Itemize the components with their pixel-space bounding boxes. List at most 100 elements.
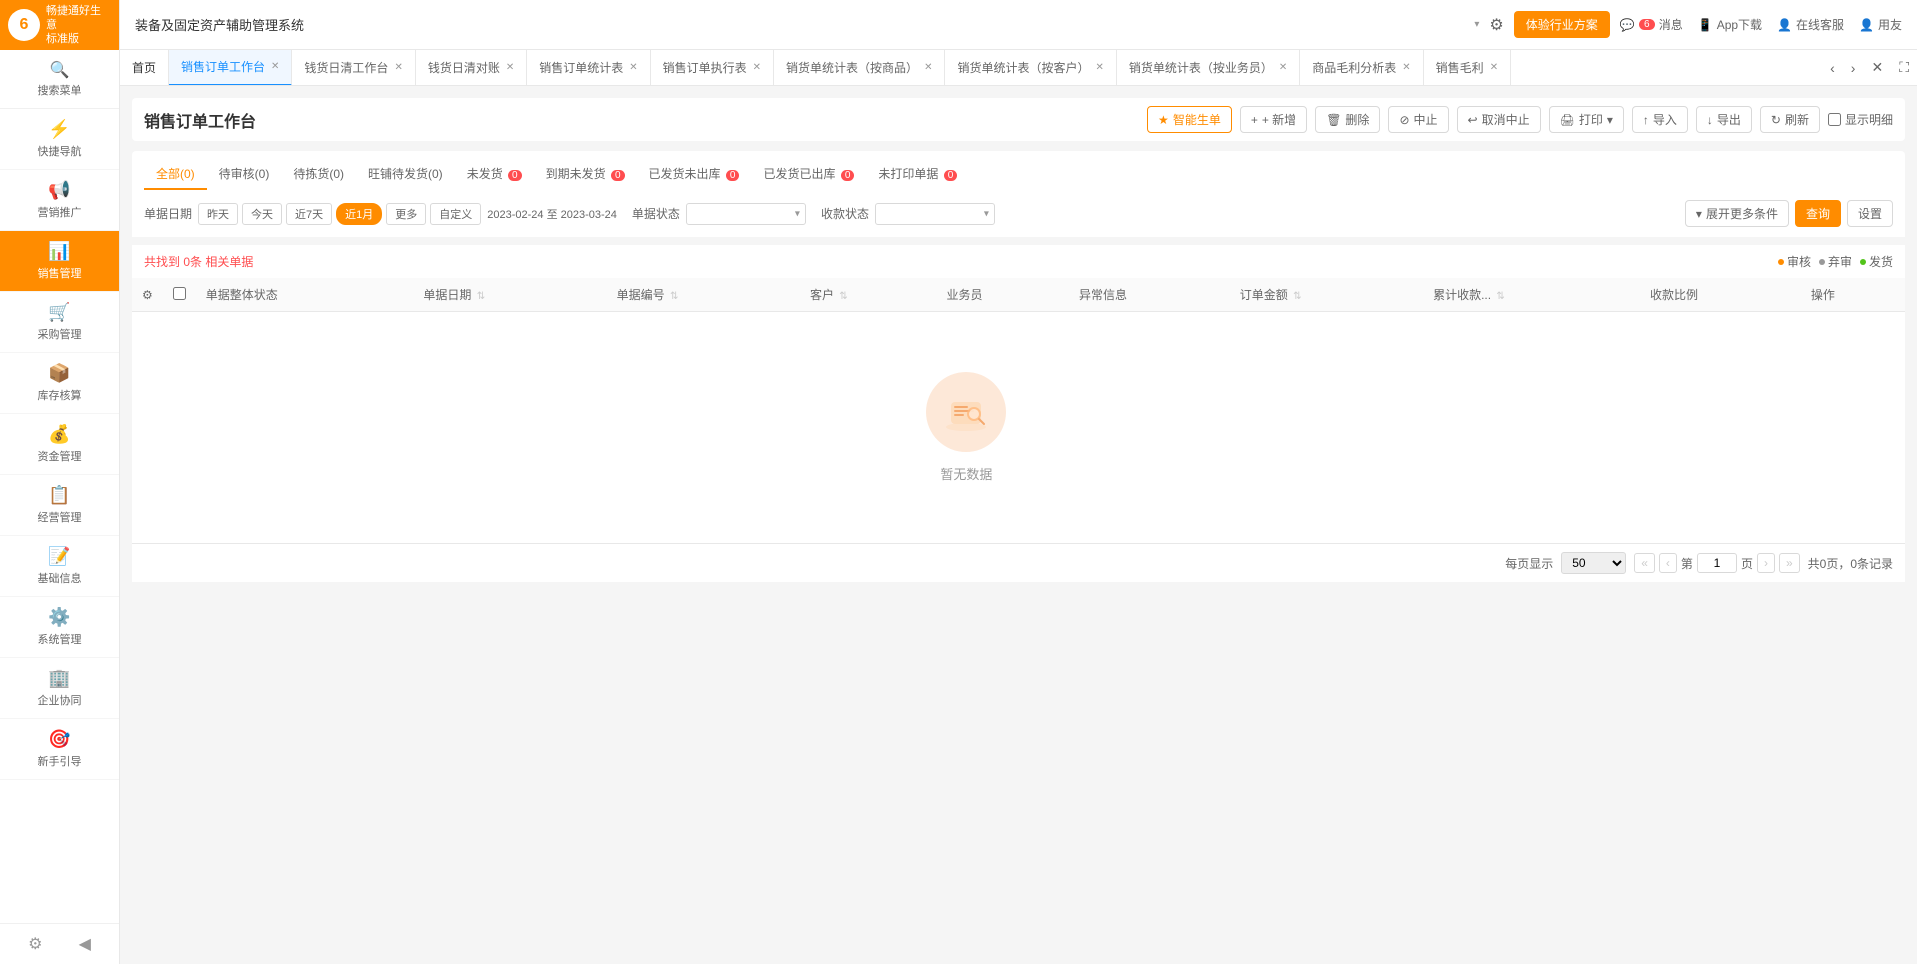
smart-generate-button[interactable]: ★ 智能生单 [1147, 106, 1232, 133]
tab-summary-customer-close[interactable]: ✕ [1095, 62, 1103, 73]
tab-summary-product[interactable]: 销货单统计表（按商品） ✕ [774, 50, 945, 86]
tab-margin[interactable]: 商品毛利分析表 ✕ [1300, 50, 1423, 86]
col-checkbox[interactable] [163, 278, 196, 312]
tab-sales-exec[interactable]: 销售订单执行表 ✕ [651, 50, 774, 86]
stop-button[interactable]: ⊘ 中止 [1388, 106, 1448, 133]
message-icon: 💬 [1620, 18, 1635, 32]
tab-cash-daily-close[interactable]: ✕ [394, 62, 402, 73]
date-btn-custom[interactable]: 自定义 [430, 203, 481, 225]
page-header: 销售订单工作台 ★ 智能生单 + + 新增 🗑 删除 ⊘ 中止 [132, 98, 1905, 141]
tab-summary-staff-close[interactable]: ✕ [1279, 62, 1287, 73]
page-input[interactable] [1697, 553, 1737, 573]
tab-summary-customer[interactable]: 销货单统计表（按客户） ✕ [945, 50, 1116, 86]
online-service-button[interactable]: 👤 在线客服 [1777, 16, 1844, 33]
date-btn-today[interactable]: 今天 [242, 203, 282, 225]
basic-icon: 📝 [48, 546, 70, 567]
col-settings[interactable]: ⚙ [132, 278, 163, 312]
tab-close-all[interactable]: ✕ [1863, 55, 1891, 80]
col-number[interactable]: 单据编号 ⇅ [607, 278, 800, 312]
settings-icon[interactable]: ⚙ [1489, 15, 1503, 35]
cancel-review-action[interactable]: 弃审 [1819, 253, 1852, 270]
review-dot [1778, 259, 1784, 265]
tab-sales-profit-close[interactable]: ✕ [1490, 62, 1498, 73]
col-date[interactable]: 单据日期 ⇅ [413, 278, 606, 312]
date-btn-more[interactable]: 更多 [386, 203, 426, 225]
status-select[interactable] [686, 203, 806, 225]
sidebar-item-basic[interactable]: 📝 基础信息 [0, 536, 119, 597]
ship-action[interactable]: 发货 [1860, 253, 1893, 270]
filter-tab-overdue[interactable]: 到期未发货 0 [534, 159, 637, 190]
expand-btn[interactable]: ▾ 展开更多条件 [1685, 200, 1789, 227]
tab-sales-stats[interactable]: 销售订单统计表 ✕ [527, 50, 650, 86]
next-page-btn[interactable]: › [1757, 553, 1775, 573]
filter-tab-shipped-not-out[interactable]: 已发货未出库 0 [637, 159, 752, 190]
col-customer[interactable]: 客户 ⇅ [800, 278, 937, 312]
show-detail-input[interactable] [1828, 113, 1841, 126]
col-collected[interactable]: 累计收款... ⇅ [1423, 278, 1640, 312]
table-scroll-area[interactable]: ⚙ 单据整体状态 单据日期 ⇅ 单据编号 ⇅ [132, 278, 1905, 543]
tab-margin-close[interactable]: ✕ [1402, 62, 1410, 73]
delete-button[interactable]: 🗑 删除 [1315, 106, 1380, 133]
tab-summary-product-close[interactable]: ✕ [924, 62, 932, 73]
system-dropdown-icon[interactable]: ▾ [1474, 19, 1479, 30]
sidebar-item-inventory[interactable]: 📦 库存核算 [0, 353, 119, 414]
filter-tab-pending-review[interactable]: 待审核(0) [207, 159, 282, 190]
first-page-btn[interactable]: « [1634, 553, 1655, 573]
date-btn-7days[interactable]: 近7天 [286, 203, 332, 225]
payment-select[interactable] [875, 203, 995, 225]
export-button[interactable]: ↓ 导出 [1696, 106, 1752, 133]
tab-home[interactable]: 首页 [120, 50, 169, 86]
filter-tab-pending-inspect[interactable]: 待拣货(0) [281, 159, 356, 190]
filter-tab-not-printed[interactable]: 未打印单据 0 [866, 159, 969, 190]
show-detail-checkbox[interactable]: 显示明细 [1828, 111, 1893, 128]
query-button[interactable]: 查询 [1795, 200, 1841, 227]
sidebar-item-search[interactable]: 🔍 搜索菜单 [0, 50, 119, 109]
sidebar-item-sales[interactable]: 📊 销售管理 [0, 231, 119, 292]
sidebar-item-operations[interactable]: 📋 经营管理 [0, 475, 119, 536]
sidebar-item-system[interactable]: ⚙️ 系统管理 [0, 597, 119, 658]
sidebar-item-finance[interactable]: 💰 资金管理 [0, 414, 119, 475]
filter-tab-all[interactable]: 全部(0) [144, 159, 207, 190]
sidebar-item-purchase[interactable]: 🛒 采购管理 [0, 292, 119, 353]
last-page-btn[interactable]: » [1779, 553, 1800, 573]
tab-sales-order[interactable]: 销售订单工作台 ✕ [169, 50, 292, 86]
tab-sales-profit[interactable]: 销售毛利 ✕ [1424, 50, 1511, 86]
select-all-checkbox[interactable] [173, 287, 186, 300]
add-button[interactable]: + + 新增 [1240, 106, 1307, 133]
page-size-select[interactable]: 10 20 50 100 [1561, 552, 1626, 574]
tab-sales-exec-close[interactable]: ✕ [753, 62, 761, 73]
print-button[interactable]: 🖨 打印 ▾ [1549, 106, 1624, 133]
message-button[interactable]: 💬 6 消息 [1620, 16, 1683, 33]
cancel-stop-button[interactable]: ↩ 取消中止 [1457, 106, 1541, 133]
import-button[interactable]: ↑ 导入 [1632, 106, 1688, 133]
review-action[interactable]: 审核 [1778, 253, 1811, 270]
filter-tab-not-shipped[interactable]: 未发货 0 [455, 159, 534, 190]
app-download-button[interactable]: 📱 App下载 [1698, 16, 1762, 33]
filter-settings-button[interactable]: 设置 [1847, 200, 1893, 227]
col-staff[interactable]: 业务员 [936, 278, 1068, 312]
tab-cash-reconcile-close[interactable]: ✕ [506, 62, 514, 73]
sidebar-item-marketing[interactable]: 📢 营销推广 [0, 170, 119, 231]
tab-cash-daily[interactable]: 钱货日清工作台 ✕ [292, 50, 415, 86]
filter-tab-wangpu[interactable]: 旺铺待发货(0) [356, 159, 455, 190]
sidebar-item-quick-nav[interactable]: ⚡ 快捷导航 [0, 109, 119, 170]
tab-sales-order-close[interactable]: ✕ [271, 61, 279, 72]
filter-tab-shipped-out[interactable]: 已发货已出库 0 [751, 159, 866, 190]
sidebar-item-guide[interactable]: 🎯 新手引导 [0, 719, 119, 780]
tab-maximize[interactable]: ⛶ [1891, 55, 1917, 80]
date-btn-1month[interactable]: 近1月 [336, 203, 382, 225]
industry-button[interactable]: 体验行业方案 [1514, 11, 1610, 38]
refresh-button[interactable]: ↻ 刷新 [1760, 106, 1820, 133]
date-btn-yesterday[interactable]: 昨天 [198, 203, 238, 225]
tab-sales-stats-close[interactable]: ✕ [629, 62, 637, 73]
collapse-icon[interactable]: ◀ [79, 934, 91, 954]
tab-cash-reconcile[interactable]: 钱货日清对账 ✕ [416, 50, 527, 86]
tab-scroll-left[interactable]: ‹ [1822, 56, 1843, 80]
col-amount[interactable]: 订单金额 ⇅ [1230, 278, 1423, 312]
sidebar-item-corp[interactable]: 🏢 企业协同 [0, 658, 119, 719]
tab-scroll-right[interactable]: › [1843, 56, 1864, 80]
tab-summary-staff[interactable]: 销货单统计表（按业务员） ✕ [1117, 50, 1300, 86]
prev-page-btn[interactable]: ‹ [1659, 553, 1677, 573]
settings-bottom-icon[interactable]: ⚙ [28, 934, 42, 954]
user-menu[interactable]: 👤 用友 [1859, 16, 1902, 33]
